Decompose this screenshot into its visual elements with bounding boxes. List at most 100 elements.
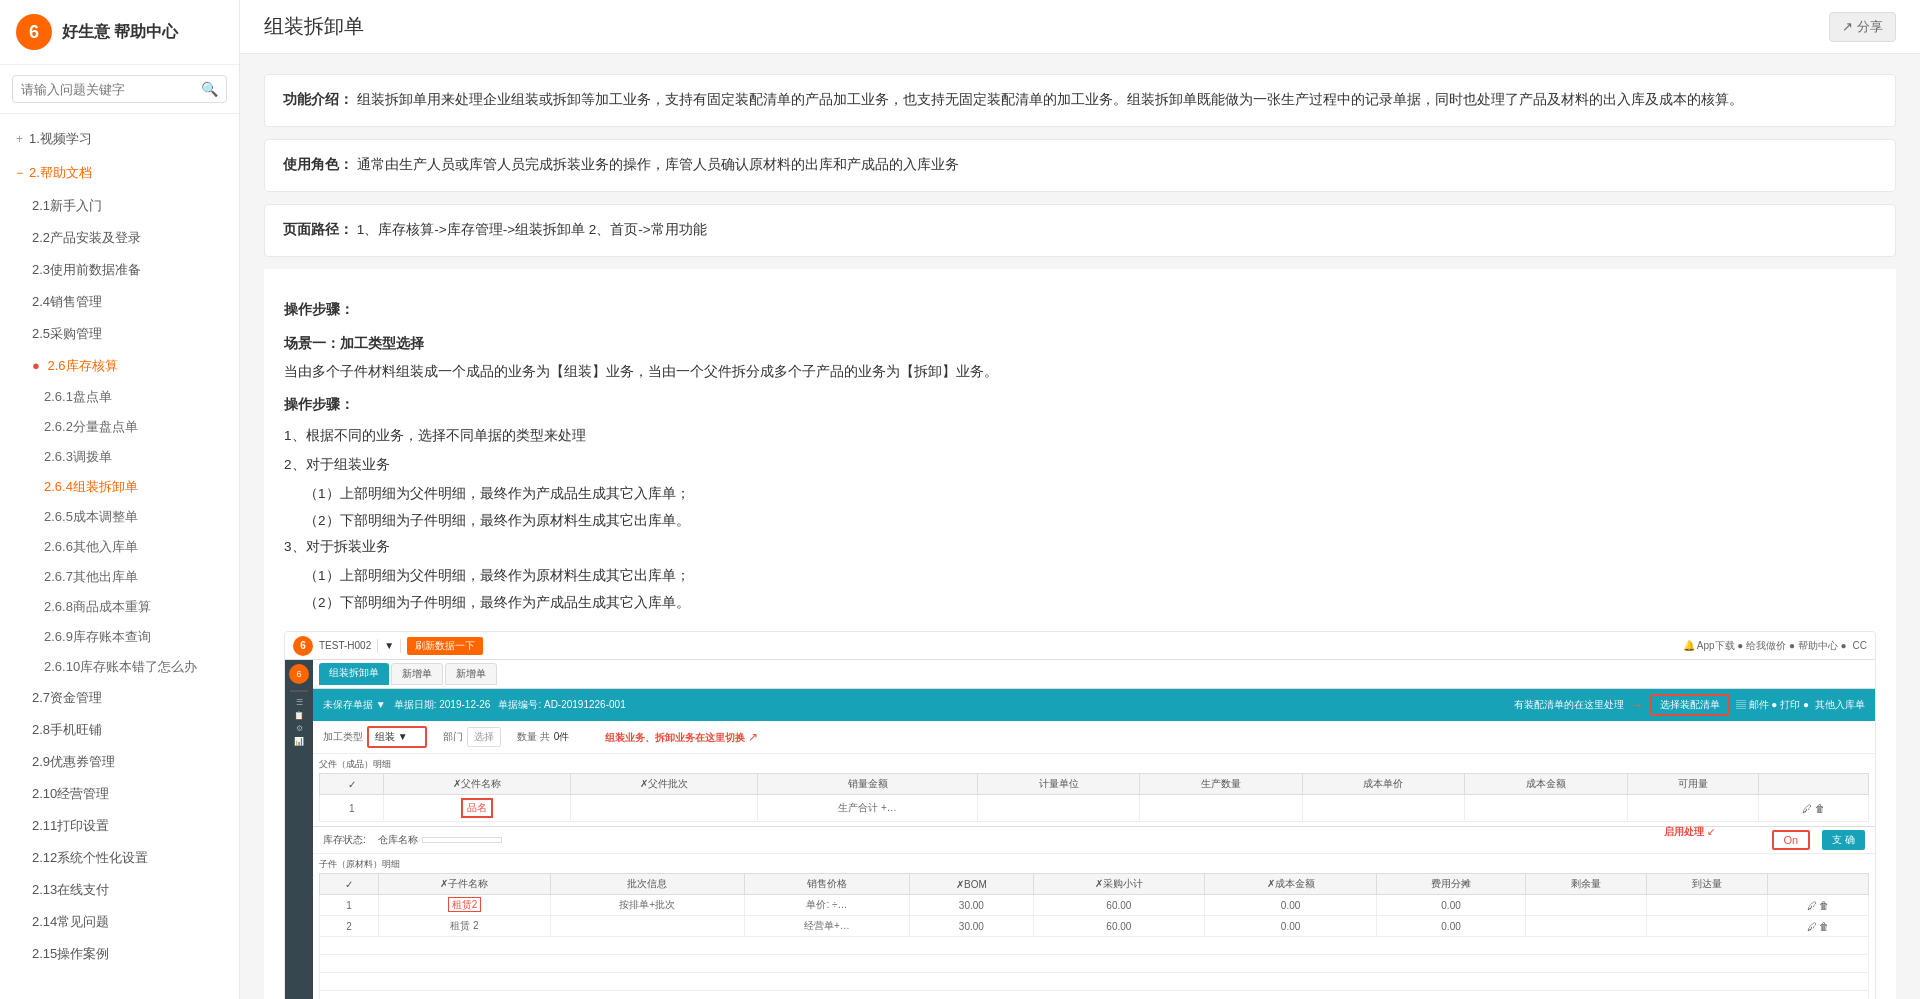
sidebar-item-videos[interactable]: + 1.视频学习	[0, 122, 239, 156]
sidebar-item-inventory[interactable]: ● 2.6库存核算	[0, 350, 239, 382]
steps-label: 操作步骤：	[284, 394, 1876, 417]
page-title: 组装拆卸单	[264, 13, 364, 40]
sidebar-item-cost-calc[interactable]: 2.6.8商品成本重算	[0, 592, 239, 622]
mock-col-unit-cost: 成本单价	[1302, 774, 1464, 795]
annotation-switch: 组装业务、拆卸业务在这里切换	[605, 732, 745, 743]
sidebar-item-payment[interactable]: 2.13在线支付	[0, 874, 239, 906]
mock-confirm-btn[interactable]: 支 确	[1822, 830, 1865, 850]
mock-label-dept: 部门	[443, 730, 463, 744]
mock-col-avail: 可用量	[1627, 774, 1759, 795]
role-block: 使用角色： 通常由生产人员或库管人员完成拆装业务的操作，库管人员确认原材料的出库…	[264, 139, 1896, 192]
mock-col-prod-qty: 生产数量	[1140, 774, 1302, 795]
mock-title-bar: 未保存单据 ▼ 单据日期: 2019-12-26 单据编号: AD-201912…	[313, 689, 1875, 721]
mock-enable-row: 库存状态: 仓库名称 启用处理 ↙	[313, 827, 1875, 854]
mock-upper-table-area: 父件（成品）明细 ✓ ✗父件名称 ✗父件批次 销量金额 计量单位	[313, 754, 1875, 827]
mock-col-unit: 计量单位	[977, 774, 1139, 795]
sidebar-item-docs[interactable]: − 2.帮助文档	[0, 156, 239, 190]
mock-col-batch: ✗父件批次	[571, 774, 758, 795]
sidebar-item-assembly[interactable]: 2.6.4组装拆卸单	[0, 472, 239, 502]
mock-label-qty: 数量 共	[517, 730, 550, 744]
sidebar-item-error[interactable]: 2.6.10库存账本错了怎么办	[0, 652, 239, 682]
mock-icons: 🔔 App下载 ● 给我做价 ● 帮助中心 ●	[1683, 639, 1847, 653]
top-bar: 组装拆卸单 ↗ 分享	[240, 0, 1920, 54]
mock-warehouse-input[interactable]	[422, 837, 502, 843]
mock-new-btn[interactable]: 刷新数据一下	[407, 637, 483, 655]
mock-row5-empty	[320, 973, 1869, 991]
mock-upper-table: ✓ ✗父件名称 ✗父件批次 销量金额 计量单位 生产数量 成本单价 成本金额	[319, 773, 1869, 822]
sidebar-item-custom[interactable]: 2.12系统个性化设置	[0, 842, 239, 874]
mock-sub-row2-price: 经营单+…	[744, 916, 910, 937]
search-area: 🔍	[0, 65, 239, 114]
path-block: 页面路径： 1、库存核算->库存管理->组装拆卸单 2、首页->常用功能	[264, 204, 1896, 257]
sidebar-item-coupon[interactable]: 2.9优惠券管理	[0, 746, 239, 778]
step2: 2、对于组装业务	[284, 454, 1876, 477]
sidebar-item-newuser[interactable]: 2.1新手入门	[0, 190, 239, 222]
mock-sub-row1-name: 租赁2	[379, 895, 551, 916]
mock-table-label-lower: 子件（原材料）明细	[319, 858, 1869, 871]
sidebar-item-capital[interactable]: 2.7资金管理	[0, 682, 239, 714]
mock-sub-row1-cost: 0.00	[1205, 895, 1377, 916]
mock-icons2: ▤ 邮件 ● 打印 ●	[1736, 698, 1809, 712]
mock-sub-row2-purchase: 60.00	[1033, 916, 1205, 937]
sidebar-item-other-out[interactable]: 2.6.7其他出库单	[0, 562, 239, 592]
sidebar-item-install[interactable]: 2.2产品安装及登录	[0, 222, 239, 254]
sidebar-item-cost-adjust[interactable]: 2.6.5成本调整单	[0, 502, 239, 532]
sidebar-item-cases[interactable]: 2.15操作案例	[0, 938, 239, 970]
sidebar-item-split-take[interactable]: 2.6.2分量盘点单	[0, 412, 239, 442]
search-icon[interactable]: 🔍	[201, 81, 218, 97]
mock-row1-unit	[977, 795, 1139, 822]
mock-process-type[interactable]: 组装 ▼	[367, 726, 427, 748]
mock-row1-qty: 生产合计 +…	[758, 795, 978, 822]
expand-icon: +	[16, 132, 23, 146]
share-button[interactable]: ↗ 分享	[1829, 12, 1896, 42]
table-row: 2 租赁 2 经营单+… 30.00 60.00 0.00 0.00	[320, 916, 1869, 937]
mock-col2-batch: 批次信息	[550, 874, 744, 895]
mock-tabs: 组装拆卸单 新增单 新增单	[313, 660, 1875, 689]
mock-sub-row1-purchase: 60.00	[1033, 895, 1205, 916]
mock-sub-row1-batch: 按排单+批次	[550, 895, 744, 916]
sidebar-item-stocktake[interactable]: 2.6.1盘点单	[0, 382, 239, 412]
step3a: （1）上部明细为父件明细，最终作为原材料生成其它出库单；	[284, 565, 1876, 588]
mock-select-btn[interactable]: 选择装配清单	[1650, 694, 1730, 716]
arrow-enable: ↙	[1707, 826, 1715, 837]
table-row	[320, 991, 1869, 999]
collapse-icon: −	[16, 166, 23, 180]
sidebar-item-adjust[interactable]: 2.6.3调拨单	[0, 442, 239, 472]
mock-col2-check: ✓	[320, 874, 379, 895]
mock-col2-cost: ✗成本金额	[1205, 874, 1377, 895]
mock-sub-row2-bom: 30.00	[910, 916, 1033, 937]
search-box[interactable]: 🔍	[12, 75, 227, 103]
mock-sub-row2-batch	[550, 916, 744, 937]
sidebar-item-prepare[interactable]: 2.3使用前数据准备	[0, 254, 239, 286]
step3b: （2）下部明细为子件明细，最终作为产成品生成其它入库单。	[284, 592, 1876, 615]
search-input[interactable]	[21, 82, 201, 97]
sidebar-item-print[interactable]: 2.11打印设置	[0, 810, 239, 842]
mock-row1-pqty	[1140, 795, 1302, 822]
sidebar-item-sales[interactable]: 2.4销售管理	[0, 286, 239, 318]
content-area: 功能介绍： 组装拆卸单用来处理企业组装或拆卸等加工业务，支持有固定装配清单的产品…	[240, 54, 1920, 999]
mock-lower-table: ✓ ✗子件名称 批次信息 销售价格 ✗BOM ✗采购小计 ✗成本金额 费用分摊	[319, 873, 1869, 999]
mock-sub-row1-bom: 30.00	[910, 895, 1033, 916]
sidebar-item-ops[interactable]: 2.10经营管理	[0, 778, 239, 810]
mock-annotation1-text: 有装配清单的在这里处理	[1514, 698, 1624, 712]
mock-sub-row1-op: 🖊 🗑	[1768, 895, 1869, 916]
sidebar-item-ledger[interactable]: 2.6.9库存账本查询	[0, 622, 239, 652]
mock-sub-row2-name: 租赁 2	[379, 916, 551, 937]
mock-row1-cost	[1465, 795, 1627, 822]
sidebar-item-purchase[interactable]: 2.5采购管理	[0, 318, 239, 350]
sidebar-item-other-in[interactable]: 2.6.6其他入库单	[0, 532, 239, 562]
mock-label-type: 加工类型	[323, 730, 363, 744]
mock-dept[interactable]: 选择	[467, 727, 501, 747]
mock-row1-batch	[571, 795, 758, 822]
mock-screenshot: 6 TEST-H002 ▼ 刷新数据一下 🔔 App下载 ● 给我做价 ● 帮助…	[285, 632, 1875, 999]
sidebar-item-mobile[interactable]: 2.8手机旺铺	[0, 714, 239, 746]
table-row: 1 品名 生产合计 +…	[320, 795, 1869, 822]
mock-sub-row2-op: 🖊 🗑	[1768, 916, 1869, 937]
steps-heading: 操作步骤：	[284, 301, 1876, 319]
mock-other-entry: 其他入库单	[1815, 698, 1865, 712]
mock-col2-price: 销售价格	[744, 874, 910, 895]
mock-sub-row1-alloc: 0.00	[1376, 895, 1525, 916]
sidebar-item-faq[interactable]: 2.14常见问题	[0, 906, 239, 938]
logo-area: 6 好生意 帮助中心	[0, 0, 239, 65]
mock-enable-btn[interactable]: On	[1772, 830, 1811, 850]
